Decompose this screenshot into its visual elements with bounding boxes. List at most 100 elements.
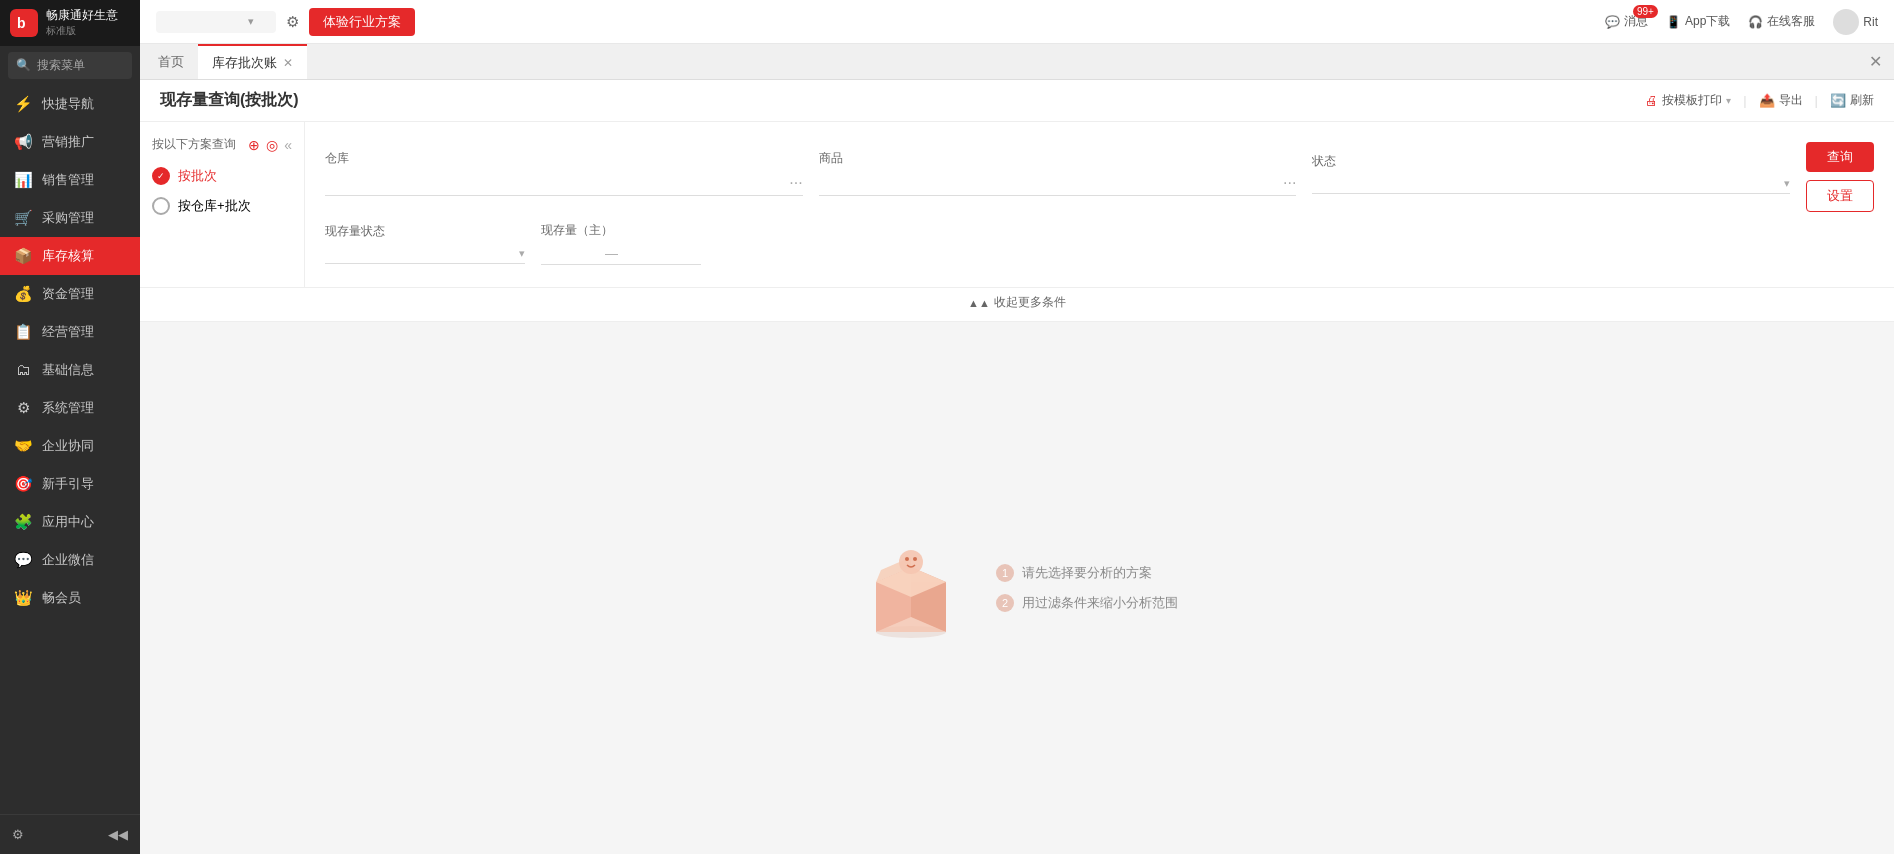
hint-num-1: 1: [996, 564, 1014, 582]
brand-name: 畅康通好生意: [46, 8, 130, 24]
user-avatar-action[interactable]: Rit: [1833, 9, 1878, 35]
print-label: 按模板打印: [1662, 92, 1722, 109]
messages-action[interactable]: 💬 消息 99+: [1605, 13, 1648, 30]
apps-icon: 🧩: [14, 513, 32, 531]
sidebar-item-label: 资金管理: [42, 285, 94, 303]
main-area: ▾ ⚙ 体验行业方案 💬 消息 99+ 📱 App下载 🎧 在线客服 Rit: [140, 0, 1894, 854]
sidebar-item-label: 采购管理: [42, 209, 94, 227]
sidebar-item-enterprise[interactable]: 🤝 企业协同: [0, 427, 140, 465]
sidebar-item-finance[interactable]: 💰 资金管理: [0, 275, 140, 313]
export-label: 导出: [1779, 92, 1803, 109]
quantity-to-input[interactable]: [622, 246, 682, 261]
sidebar-item-apps[interactable]: 🧩 应用中心: [0, 503, 140, 541]
sidebar-item-wechat[interactable]: 💬 企业微信: [0, 541, 140, 579]
sidebar-item-member[interactable]: 👑 畅会员: [0, 579, 140, 617]
sidebar-item-label: 营销推广: [42, 133, 94, 151]
app-download-action[interactable]: 📱 App下载: [1666, 13, 1730, 30]
sidebar-item-quicknav[interactable]: ⚡ 快捷导航: [0, 85, 140, 123]
quicknav-icon: ⚡: [14, 95, 32, 113]
tab-close-all[interactable]: ✕: [1869, 52, 1890, 71]
sidebar-item-sales[interactable]: 📊 销售管理: [0, 161, 140, 199]
separator-2: |: [1815, 93, 1818, 108]
separator-1: |: [1743, 93, 1746, 108]
sidebar-item-marketing[interactable]: 📢 营销推广: [0, 123, 140, 161]
export-icon: 📤: [1759, 93, 1775, 108]
trial-button[interactable]: 体验行业方案: [309, 8, 415, 36]
query-button[interactable]: 查询: [1806, 142, 1874, 172]
basic-icon: 🗂: [14, 361, 32, 379]
sidebar-item-system[interactable]: ⚙ 系统管理: [0, 389, 140, 427]
inventory-icon: 📦: [14, 247, 32, 265]
sidebar-collapse-icon[interactable]: ◀◀: [104, 823, 132, 846]
sidebar-search[interactable]: 🔍 搜索菜单: [8, 52, 132, 79]
tab-inventory-batch[interactable]: 库存批次账 ✕: [198, 44, 307, 79]
hint-item-1: 1 请先选择要分析的方案: [996, 564, 1178, 582]
scheme-icon-warehouse-batch: [152, 197, 170, 215]
collapse-more-bar[interactable]: ▲▲ 收起更多条件: [140, 288, 1894, 322]
tabbar: 首页 库存批次账 ✕ ✕: [140, 44, 1894, 80]
marketing-icon: 📢: [14, 133, 32, 151]
sidebar-item-purchase[interactable]: 🛒 采购管理: [0, 199, 140, 237]
status-chevron-icon: ▾: [1784, 177, 1790, 190]
filter-sidebar-header: 按以下方案查询 ⊕ ◎ «: [140, 132, 304, 161]
sidebar-item-inventory[interactable]: 📦 库存核算: [0, 237, 140, 275]
scheme-label-warehouse-batch: 按仓库+批次: [178, 197, 251, 215]
add-scheme-icon[interactable]: ⊕: [248, 137, 260, 153]
hint-text-2: 用过滤条件来缩小分析范围: [1022, 594, 1178, 612]
scheme-item-warehouse-batch[interactable]: 按仓库+批次: [140, 191, 304, 221]
sidebar-item-label: 企业微信: [42, 551, 94, 569]
topbar-search-wrap[interactable]: ▾: [156, 11, 276, 33]
search-icon: 🔍: [16, 58, 31, 72]
message-icon: 💬: [1605, 15, 1620, 29]
print-template-button[interactable]: 🖨 按模板打印 ▾: [1645, 92, 1731, 109]
warehouse-input-wrap[interactable]: ···: [325, 171, 803, 196]
sales-icon: 📊: [14, 171, 32, 189]
goods-label: 商品: [819, 150, 1297, 167]
print-chevron-icon[interactable]: ▾: [1726, 95, 1731, 106]
scheme-item-batch[interactable]: ✓ 按批次: [140, 161, 304, 191]
warehouse-input[interactable]: [325, 176, 789, 191]
hint-num-label-1: 1: [1002, 567, 1008, 579]
filter-row-2: 现存量状态 ▾ 现存量（主） —: [325, 222, 1874, 265]
tab-home[interactable]: 首页: [144, 44, 198, 79]
close-all-icon[interactable]: ✕: [1869, 52, 1882, 71]
wechat-icon: 💬: [14, 551, 32, 569]
sidebar: b 畅康通好生意 标准版 🔍 搜索菜单 ⚡ 快捷导航 📢 营销推广 📊 销售管理…: [0, 0, 140, 854]
inventory-status-select[interactable]: ▾: [325, 244, 525, 264]
export-button[interactable]: 📤 导出: [1759, 92, 1803, 109]
sidebar-settings-icon[interactable]: ⚙: [8, 823, 28, 846]
quantity-label: 现存量（主）: [541, 222, 701, 239]
online-service-action[interactable]: 🎧 在线客服: [1748, 13, 1815, 30]
sidebar-item-newbie[interactable]: 🎯 新手引导: [0, 465, 140, 503]
warehouse-label: 仓库: [325, 150, 803, 167]
svg-point-7: [899, 550, 923, 574]
filter-sidebar-icons: ⊕ ◎ «: [248, 137, 292, 153]
topbar-search-input[interactable]: [164, 15, 244, 29]
tab-home-label: 首页: [158, 53, 184, 71]
goods-input[interactable]: [819, 176, 1283, 191]
collapse-schemes-icon[interactable]: «: [284, 137, 292, 153]
quantity-from-input[interactable]: [541, 246, 601, 261]
goods-input-wrap[interactable]: ···: [819, 171, 1297, 196]
enterprise-icon: 🤝: [14, 437, 32, 455]
goods-more-icon[interactable]: ···: [1283, 174, 1296, 192]
tab-close-icon[interactable]: ✕: [283, 57, 293, 69]
hint-item-2: 2 用过滤条件来缩小分析范围: [996, 594, 1178, 612]
topbar-gear-icon[interactable]: ⚙: [286, 13, 299, 31]
svg-point-9: [913, 557, 917, 561]
inventory-status-field: 现存量状态 ▾: [325, 223, 525, 264]
quantity-range-wrap[interactable]: —: [541, 243, 701, 265]
warehouse-more-icon[interactable]: ···: [789, 174, 802, 192]
warehouse-field: 仓库 ···: [325, 150, 803, 196]
topbar-chevron-icon[interactable]: ▾: [248, 15, 254, 28]
sidebar-item-label: 库存核算: [42, 247, 94, 265]
filter-main: 仓库 ··· 商品 ··· 状态: [305, 122, 1894, 287]
settings-button[interactable]: 设置: [1806, 180, 1874, 212]
sidebar-item-operations[interactable]: 📋 经营管理: [0, 313, 140, 351]
scheme-settings-icon[interactable]: ◎: [266, 137, 278, 153]
sidebar-item-basic[interactable]: 🗂 基础信息: [0, 351, 140, 389]
refresh-button[interactable]: 🔄 刷新: [1830, 92, 1874, 109]
sidebar-item-label: 销售管理: [42, 171, 94, 189]
status-select[interactable]: ▾: [1312, 174, 1790, 194]
sidebar-item-label: 畅会员: [42, 589, 81, 607]
